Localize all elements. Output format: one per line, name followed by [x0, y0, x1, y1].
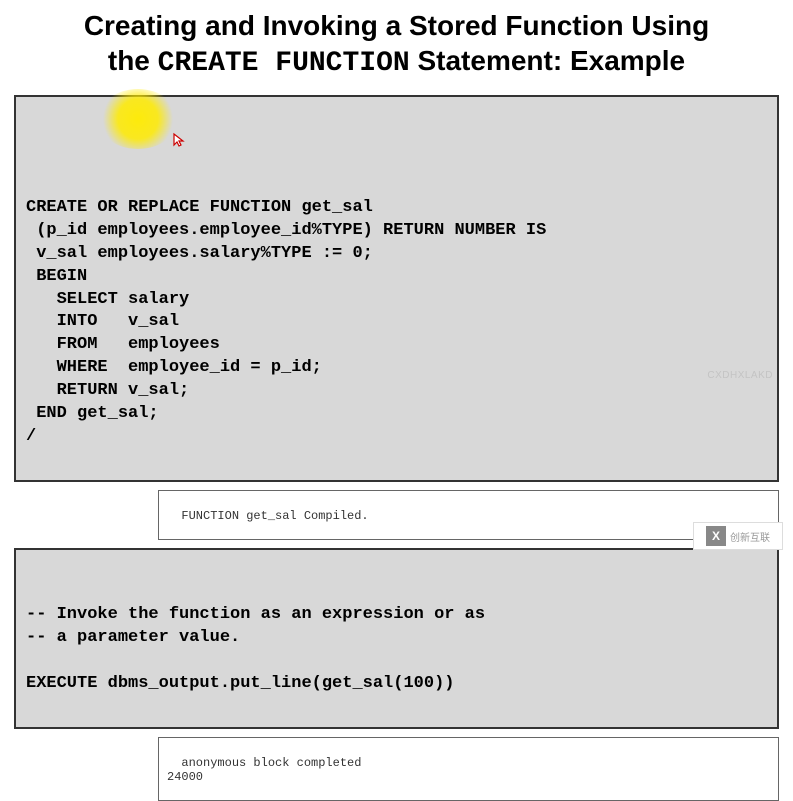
- code-block-create-function: CREATE OR REPLACE FUNCTION get_sal (p_id…: [14, 95, 779, 482]
- cursor-pointer-icon: [131, 109, 188, 180]
- watermark-badge: X 创新互联: [693, 522, 783, 550]
- watermark-logo-icon: X: [706, 526, 726, 546]
- title-line2-prefix: the: [108, 45, 158, 76]
- title-line1: Creating and Invoking a Stored Function …: [84, 10, 709, 41]
- output-box-2: anonymous block completed 24000: [158, 737, 779, 801]
- code-content-2: -- Invoke the function as an expression …: [26, 604, 767, 696]
- title-mono: CREATE FUNCTION: [158, 48, 410, 79]
- output-text-2: anonymous block completed 24000: [167, 756, 361, 784]
- title-line2-suffix: Statement: Example: [410, 45, 685, 76]
- code-block-invoke: -- Invoke the function as an expression …: [14, 548, 779, 729]
- faint-watermark: CXDHXLAKD: [707, 370, 773, 381]
- watermark-text: 创新互联: [730, 529, 770, 544]
- slide-title: Creating and Invoking a Stored Function …: [0, 0, 793, 93]
- output-box-1: FUNCTION get_sal Compiled.: [158, 490, 779, 540]
- output-text-1: FUNCTION get_sal Compiled.: [181, 509, 368, 523]
- code-content-1: CREATE OR REPLACE FUNCTION get_sal (p_id…: [26, 197, 767, 449]
- highlight-marker: [98, 89, 178, 149]
